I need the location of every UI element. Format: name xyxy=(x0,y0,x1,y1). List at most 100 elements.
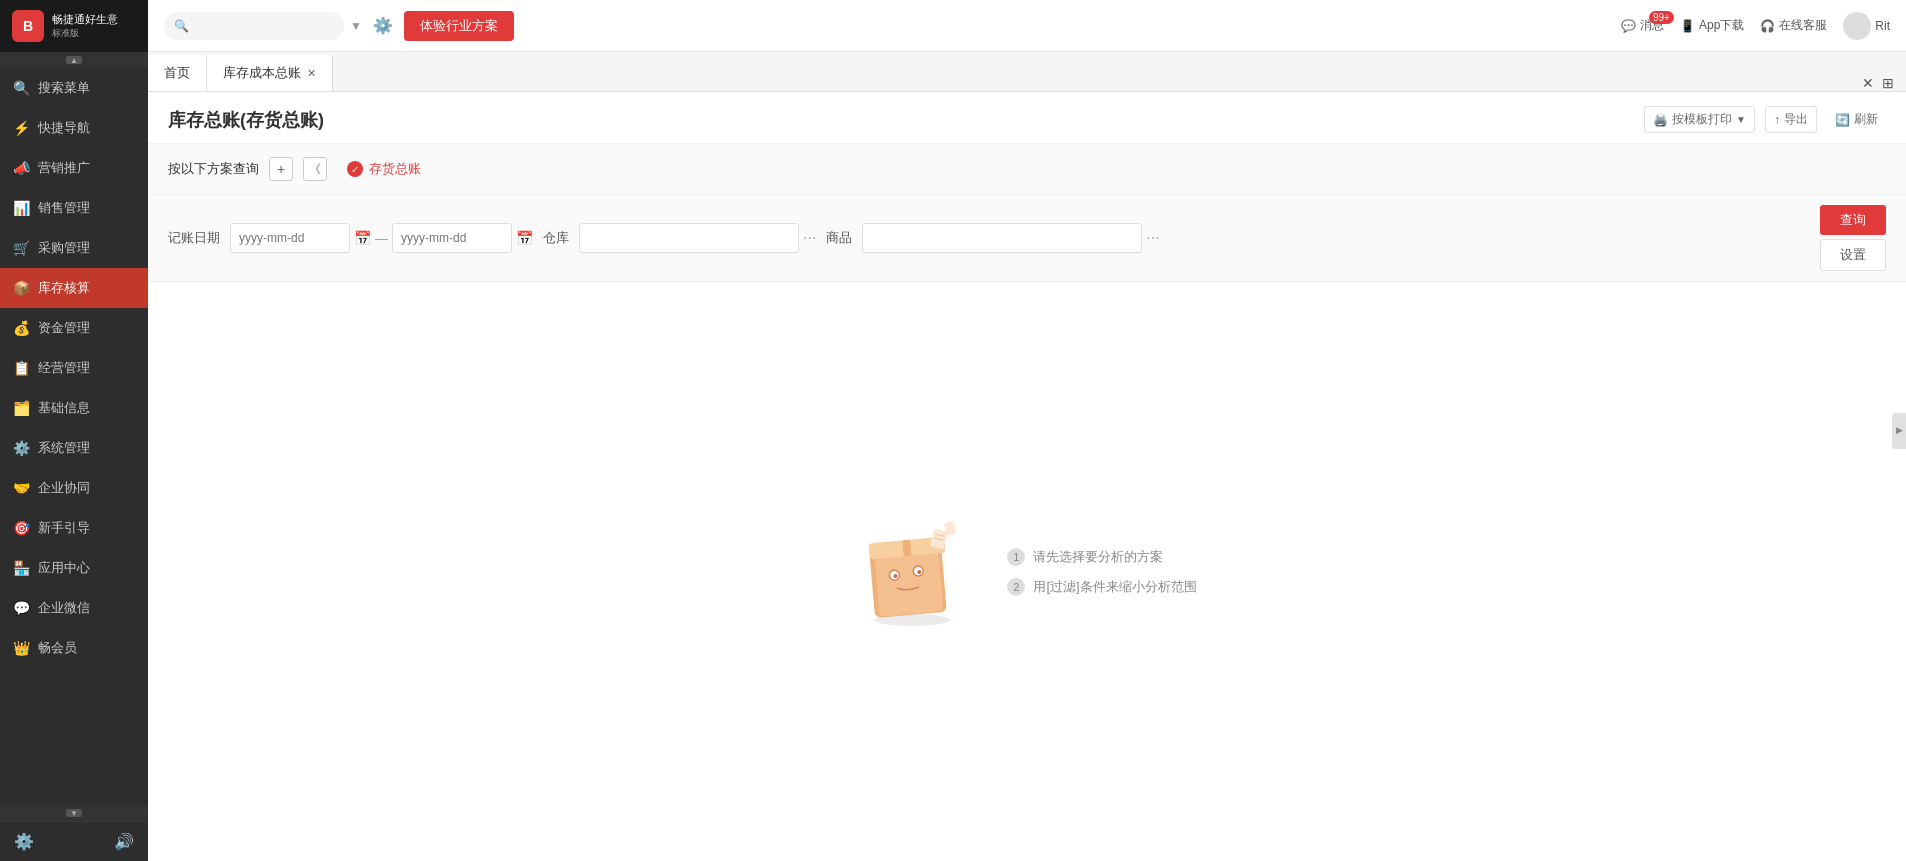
settings-button[interactable]: 设置 xyxy=(1820,239,1886,271)
app-name: 畅捷通好生意 xyxy=(52,12,118,27)
product-field-label: 商品 xyxy=(826,229,852,247)
sidebar-item-basic[interactable]: 🗂️ 基础信息 xyxy=(0,388,148,428)
tab-home-label: 首页 xyxy=(164,64,190,82)
product-field: ··· xyxy=(862,223,1159,253)
app-download-button[interactable]: 📱 App下载 xyxy=(1680,17,1744,34)
tab-controls: ✕ ⊞ xyxy=(1850,75,1906,91)
audio-footer-icon[interactable]: 🔊 xyxy=(114,832,134,851)
sidebar-item-sales[interactable]: 📊 销售管理 xyxy=(0,188,148,228)
sidebar-item-cooperation-label: 企业协同 xyxy=(38,479,90,497)
hint-text-1: 请先选择要分析的方案 xyxy=(1033,548,1163,566)
logo-icon: B xyxy=(12,10,44,42)
main-content: 🔍 ▼ ⚙️ 体验行业方案 💬 消息 99+ 📱 App下载 🎧 在线客服 xyxy=(148,0,1906,861)
sidebar-item-cooperation[interactable]: 🤝 企业协同 xyxy=(0,468,148,508)
calendar-start-icon[interactable]: 📅 xyxy=(354,230,371,246)
sidebar-item-inventory[interactable]: 📦 库存核算 xyxy=(0,268,148,308)
industry-solution-button[interactable]: 体验行业方案 xyxy=(404,11,514,41)
scheme-item-label: 存货总账 xyxy=(369,160,421,178)
sidebar-item-member[interactable]: 👑 畅会员 xyxy=(0,628,148,668)
sidebar-item-system-label: 系统管理 xyxy=(38,439,90,457)
dropdown-chevron-icon[interactable]: ▼ xyxy=(350,19,362,33)
calendar-end-icon[interactable]: 📅 xyxy=(516,230,533,246)
sidebar-item-purchase[interactable]: 🛒 采购管理 xyxy=(0,228,148,268)
topbar: 🔍 ▼ ⚙️ 体验行业方案 💬 消息 99+ 📱 App下载 🎧 在线客服 xyxy=(148,0,1906,52)
online-service-button[interactable]: 🎧 在线客服 xyxy=(1760,17,1827,34)
product-input[interactable] xyxy=(862,223,1142,253)
member-icon: 👑 xyxy=(12,639,30,657)
tab-inventory-cost[interactable]: 库存成本总账 ✕ xyxy=(207,55,333,91)
sidebar-item-operations[interactable]: 📋 经营管理 xyxy=(0,348,148,388)
panel-expand-icon[interactable]: ⊞ xyxy=(1882,75,1894,91)
wechat-icon: 💬 xyxy=(12,599,30,617)
sidebar-item-marketing[interactable]: 📣 营销推广 xyxy=(0,148,148,188)
print-dropdown-icon: ▼ xyxy=(1736,114,1746,125)
logo-text-area: 畅捷通好生意 标准版 xyxy=(52,12,118,40)
panel-close-icon[interactable]: ✕ xyxy=(1862,75,1874,91)
print-button[interactable]: 🖨️ 按模板打印 ▼ xyxy=(1644,106,1755,133)
hint-item-2: 2 用[过滤]条件来缩小分析范围 xyxy=(1007,578,1196,596)
cooperation-icon: 🤝 xyxy=(12,479,30,497)
sidebar-item-newbie[interactable]: 🎯 新手引导 xyxy=(0,508,148,548)
messages-button[interactable]: 💬 消息 99+ xyxy=(1621,17,1664,34)
sidebar-item-shortcut[interactable]: ⚡ 快捷导航 xyxy=(0,108,148,148)
scheme-item-inventory[interactable]: ✓ 存货总账 xyxy=(337,156,431,182)
warehouse-field-label: 仓库 xyxy=(543,229,569,247)
date-start-input[interactable] xyxy=(230,223,350,253)
hint-number-2: 2 xyxy=(1007,578,1025,596)
filter-collapse-button[interactable]: 《 xyxy=(303,157,327,181)
tab-close-icon[interactable]: ✕ xyxy=(307,67,316,80)
phone-icon: 📱 xyxy=(1680,19,1695,33)
date-field-label: 记账日期 xyxy=(168,229,220,247)
finance-icon: 💰 xyxy=(12,319,30,337)
empty-illustration xyxy=(857,512,977,632)
lid-stripe xyxy=(903,539,912,556)
settings-footer-icon[interactable]: ⚙️ xyxy=(14,832,34,851)
action-buttons: 查询 设置 xyxy=(1820,205,1886,271)
messages-badge: 99+ xyxy=(1649,11,1674,24)
app-badge: 标准版 xyxy=(52,27,118,40)
box-face xyxy=(875,551,944,616)
topbar-search-box[interactable]: 🔍 xyxy=(164,12,344,40)
sidebar-item-system[interactable]: ⚙️ 系统管理 xyxy=(0,428,148,468)
export-button[interactable]: ↑ 导出 xyxy=(1765,106,1817,133)
warehouse-input[interactable] xyxy=(579,223,799,253)
empty-svg-illustration xyxy=(857,512,977,632)
scroll-track-top: ▲ xyxy=(66,56,82,64)
filter-inputs-area: 记账日期 📅 — 📅 仓库 ··· 商品 ··· xyxy=(148,195,1906,282)
sidebar-item-newbie-label: 新手引导 xyxy=(38,519,90,537)
topbar-right: 💬 消息 99+ 📱 App下载 🎧 在线客服 Rit xyxy=(1621,12,1890,40)
sidebar-item-finance[interactable]: 💰 资金管理 xyxy=(0,308,148,348)
sidebar-item-wechat[interactable]: 💬 企业微信 xyxy=(0,588,148,628)
product-more-icon[interactable]: ··· xyxy=(1146,229,1159,247)
basic-icon: 🗂️ xyxy=(12,399,30,417)
right-panel-toggle[interactable]: ▶ xyxy=(1892,413,1906,449)
scroll-track-bottom: ▼ xyxy=(66,809,82,817)
topbar-settings-icon[interactable]: ⚙️ xyxy=(368,11,398,41)
tab-home[interactable]: 首页 xyxy=(148,55,207,91)
date-end-input[interactable] xyxy=(392,223,512,253)
filter-add-button[interactable]: + xyxy=(269,157,293,181)
sidebar-item-purchase-label: 采购管理 xyxy=(38,239,90,257)
print-icon: 🖨️ xyxy=(1653,113,1668,127)
sidebar-item-appstore[interactable]: 🏪 应用中心 xyxy=(0,548,148,588)
sidebar-item-appstore-label: 应用中心 xyxy=(38,559,90,577)
page-header: 库存总账(存货总账) 🖨️ 按模板打印 ▼ ↑ 导出 🔄 刷新 xyxy=(148,92,1906,144)
hint-text-2: 用[过滤]条件来缩小分析范围 xyxy=(1033,578,1196,596)
refresh-icon: 🔄 xyxy=(1835,113,1850,127)
sidebar-item-marketing-label: 营销推广 xyxy=(38,159,90,177)
headset-icon: 🎧 xyxy=(1760,19,1775,33)
print-label: 按模板打印 xyxy=(1672,111,1732,128)
date-separator: — xyxy=(375,231,388,246)
scroll-up-indicator: ▲ xyxy=(70,56,78,65)
sidebar-item-search[interactable]: 🔍 搜索菜单 xyxy=(0,68,148,108)
user-avatar-area[interactable]: Rit xyxy=(1843,12,1890,40)
query-button[interactable]: 查询 xyxy=(1820,205,1886,235)
page-content: 库存总账(存货总账) 🖨️ 按模板打印 ▼ ↑ 导出 🔄 刷新 按以下方案查 xyxy=(148,92,1906,861)
warehouse-more-icon[interactable]: ··· xyxy=(803,229,816,247)
sidebar-item-sales-label: 销售管理 xyxy=(38,199,90,217)
refresh-button[interactable]: 🔄 刷新 xyxy=(1827,107,1886,132)
search-area: 🔍 ▼ ⚙️ 体验行业方案 xyxy=(164,11,1611,41)
hint-item-1: 1 请先选择要分析的方案 xyxy=(1007,548,1196,566)
tabs-bar: 首页 库存成本总账 ✕ ✕ ⊞ xyxy=(148,52,1906,92)
app-logo: B 畅捷通好生意 标准版 xyxy=(0,0,148,52)
